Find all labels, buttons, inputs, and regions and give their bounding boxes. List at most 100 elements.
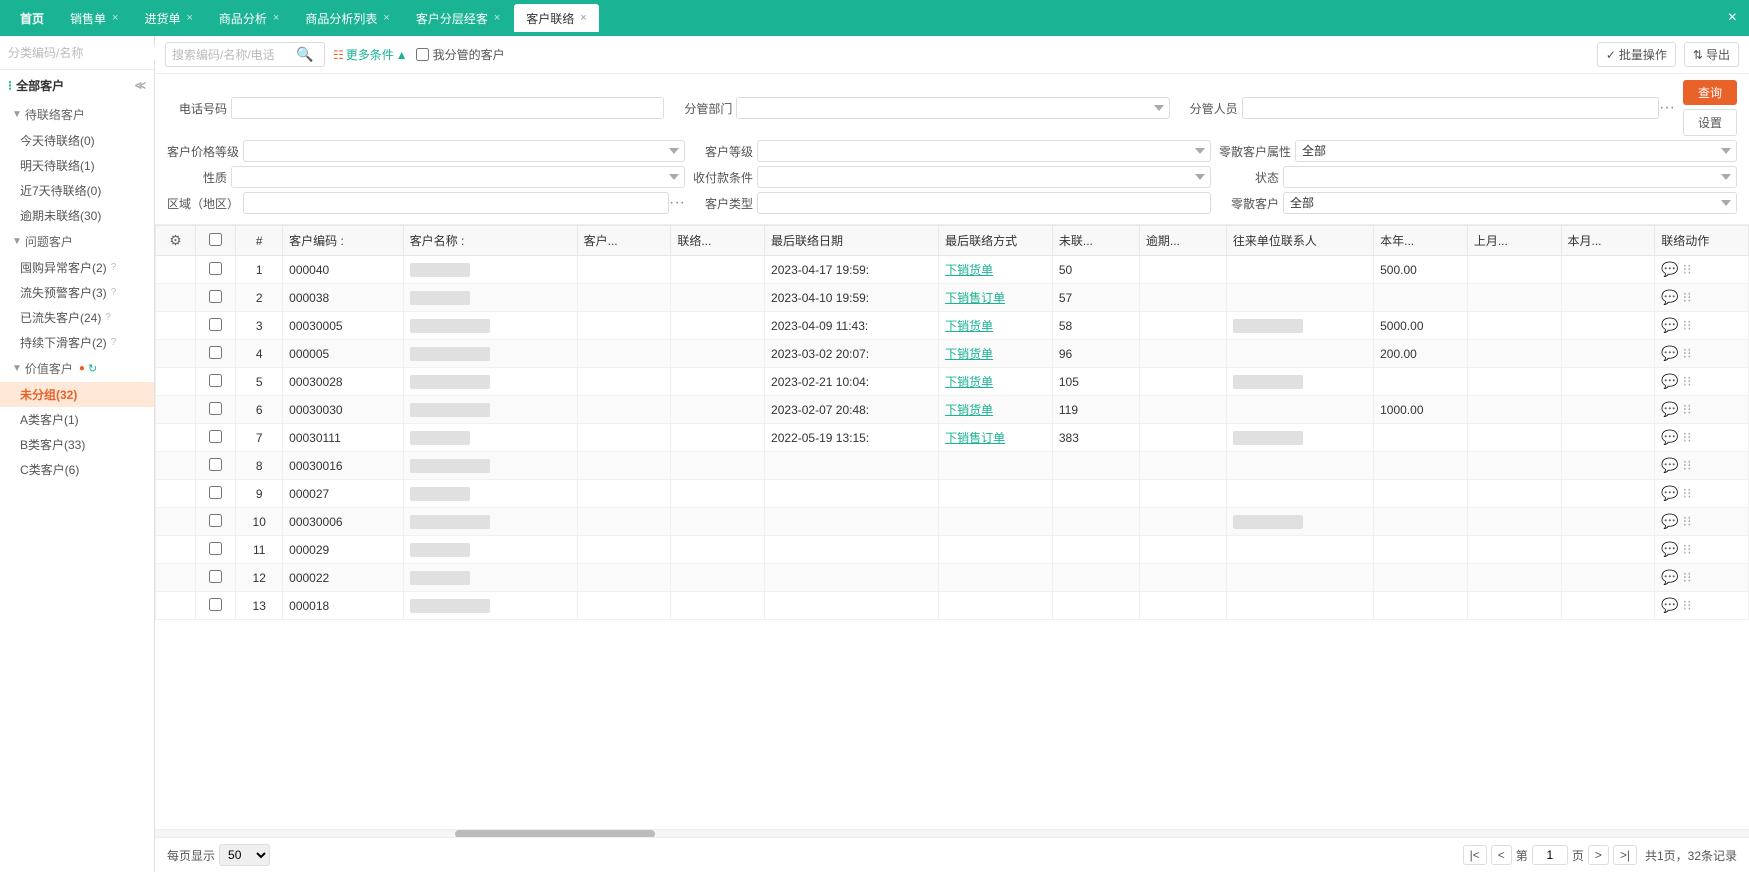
batch-button[interactable]: ✓ 批量操作 <box>1597 42 1676 67</box>
contact-icon[interactable]: 💬 <box>1661 541 1678 558</box>
th-code[interactable]: 客户编码 : <box>283 226 403 256</box>
adv-select-dept[interactable] <box>736 97 1169 119</box>
row-checkbox[interactable] <box>209 486 222 499</box>
lastway-link[interactable]: 下销货单 <box>945 403 993 417</box>
more-icon[interactable]: ⁝⁝ <box>1683 317 1692 334</box>
lastway-link[interactable]: 下销售订单 <box>945 431 1005 445</box>
td-select[interactable] <box>196 536 236 564</box>
my-customers-checkbox-wrap[interactable]: 我分管的客户 <box>416 46 505 63</box>
reset-button[interactable]: 设置 <box>1683 109 1737 136</box>
lastway-link[interactable]: 下销售订单 <box>945 291 1005 305</box>
td-select[interactable] <box>196 452 236 480</box>
th-lastdate[interactable]: 最后联络日期 <box>765 226 939 256</box>
more-icon[interactable]: ⁝⁝ <box>1683 597 1692 614</box>
tab-customer-layer-close[interactable]: × <box>494 12 500 24</box>
tab-product-list[interactable]: 商品分析列表 × <box>293 4 401 32</box>
contact-icon[interactable]: 💬 <box>1661 289 1678 306</box>
last-page-button[interactable]: >| <box>1613 845 1637 865</box>
row-checkbox[interactable] <box>209 458 222 471</box>
row-checkbox[interactable] <box>209 570 222 583</box>
th-name[interactable]: 客户名称 : <box>403 226 577 256</box>
sidebar-item-b[interactable]: B类客户(33) <box>0 432 154 457</box>
page-size-select[interactable]: 20 50 100 <box>219 844 270 866</box>
my-customers-checkbox[interactable] <box>416 48 429 61</box>
adv-select-zero-cust[interactable]: 全部 <box>1283 192 1737 214</box>
row-checkbox[interactable] <box>209 430 222 443</box>
sidebar-item-c[interactable]: C类客户(6) <box>0 457 154 482</box>
more-icon[interactable]: ⁝⁝ <box>1683 457 1692 474</box>
contact-icon[interactable]: 💬 <box>1661 457 1678 474</box>
tab-purchase-close[interactable]: × <box>186 12 192 24</box>
more-icon[interactable]: ⁝⁝ <box>1683 261 1692 278</box>
sidebar-item-churned[interactable]: 已流失客户(24) ? <box>0 305 154 330</box>
row-checkbox[interactable] <box>209 262 222 275</box>
more-icon[interactable]: ⁝⁝ <box>1683 401 1692 418</box>
sidebar-item-overdue[interactable]: 逾期未联络(30) <box>0 203 154 228</box>
adv-select-price-grade[interactable] <box>243 140 685 162</box>
sidebar-item-tomorrow[interactable]: 明天待联络(1) <box>0 153 154 178</box>
td-select[interactable] <box>196 480 236 508</box>
contact-icon[interactable]: 💬 <box>1661 569 1678 586</box>
row-checkbox[interactable] <box>209 402 222 415</box>
close-all-button[interactable]: × <box>1724 5 1741 31</box>
sidebar-item-a[interactable]: A类客户(1) <box>0 407 154 432</box>
td-select[interactable] <box>196 592 236 620</box>
contact-icon[interactable]: 💬 <box>1661 513 1678 530</box>
contact-icon[interactable]: 💬 <box>1661 373 1678 390</box>
tab-product-analysis[interactable]: 商品分析 × <box>207 4 291 32</box>
next-page-button[interactable]: > <box>1588 845 1609 865</box>
tab-sales-close[interactable]: × <box>112 12 118 24</box>
home-tab[interactable]: 首页 <box>8 4 56 32</box>
query-button[interactable]: 查询 <box>1683 80 1737 105</box>
more-icon[interactable]: ⁝⁝ <box>1683 373 1692 390</box>
lastway-link[interactable]: 下销货单 <box>945 263 993 277</box>
export-button[interactable]: ⇅ 导出 <box>1684 42 1739 67</box>
adv-select-nature[interactable] <box>231 166 685 188</box>
lastway-link[interactable]: 下销货单 <box>945 347 993 361</box>
collapse-icon[interactable]: ≪ <box>134 79 146 92</box>
row-checkbox[interactable] <box>209 374 222 387</box>
sidebar-group-problem[interactable]: ▼ 问题客户 <box>0 228 154 255</box>
td-select[interactable] <box>196 284 236 312</box>
more-icon[interactable]: ⁝⁝ <box>1683 541 1692 558</box>
more-icon[interactable]: ⁝⁝ <box>1683 429 1692 446</box>
all-customers-header[interactable]: ⁝ 全部客户 ≪ <box>0 70 154 101</box>
td-select[interactable] <box>196 312 236 340</box>
adv-input-region[interactable] <box>243 192 669 214</box>
contact-icon[interactable]: 💬 <box>1661 485 1678 502</box>
row-checkbox[interactable] <box>209 514 222 527</box>
sidebar-item-declining[interactable]: 持续下滑客户(2) ? <box>0 330 154 355</box>
tab-purchase[interactable]: 进货单 × <box>132 4 204 32</box>
td-select[interactable] <box>196 508 236 536</box>
adv-more-person[interactable]: ··· <box>1659 99 1675 117</box>
contact-icon[interactable]: 💬 <box>1661 261 1678 278</box>
contact-icon[interactable]: 💬 <box>1661 429 1678 446</box>
tab-customer-contact[interactable]: 客户联络 × <box>514 4 598 32</box>
tab-customer-layer[interactable]: 客户分层经客 × <box>404 4 512 32</box>
more-icon[interactable]: ⁝⁝ <box>1683 485 1692 502</box>
td-select[interactable] <box>196 396 236 424</box>
td-select[interactable] <box>196 424 236 452</box>
more-icon[interactable]: ⁝⁝ <box>1683 569 1692 586</box>
more-icon[interactable]: ⁝⁝ <box>1683 513 1692 530</box>
row-checkbox[interactable] <box>209 542 222 555</box>
filter-more-button[interactable]: ☷ 更多条件 ▲ <box>333 46 408 63</box>
sidebar-group-pending[interactable]: ▼ 待联络客户 <box>0 101 154 128</box>
tab-sales[interactable]: 销售单 × <box>58 4 130 32</box>
page-input[interactable] <box>1532 845 1568 865</box>
sidebar-item-churn-warning[interactable]: 流失预警客户(3) ? <box>0 280 154 305</box>
row-checkbox[interactable] <box>209 290 222 303</box>
row-checkbox[interactable] <box>209 346 222 359</box>
adv-input-person[interactable] <box>1242 97 1659 119</box>
sidebar-item-today[interactable]: 今天待联络(0) <box>0 128 154 153</box>
contact-icon[interactable]: 💬 <box>1661 597 1678 614</box>
row-checkbox[interactable] <box>209 598 222 611</box>
select-all-checkbox[interactable] <box>209 233 222 246</box>
settings-icon[interactable]: ⚙ <box>169 232 182 248</box>
lastway-link[interactable]: 下销货单 <box>945 375 993 389</box>
th-settings[interactable]: ⚙ <box>156 226 196 256</box>
refresh-icon[interactable]: ↻ <box>88 362 97 375</box>
more-icon[interactable]: ⁝⁝ <box>1683 345 1692 362</box>
lastway-link[interactable]: 下销货单 <box>945 319 993 333</box>
td-select[interactable] <box>196 368 236 396</box>
